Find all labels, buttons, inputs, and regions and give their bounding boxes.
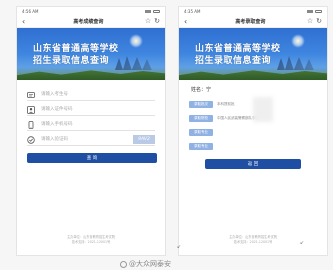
result-row-label: 录取专业 — [189, 142, 213, 150]
phone-screen-result: 4:35 AM ‹ 高考录取查询 ☆ ↻ 山东省普通高等学校 招生录取信息查询 … — [178, 6, 328, 256]
title-actions: ☆ ↻ — [307, 18, 322, 25]
signal-icon — [145, 10, 151, 13]
page-title: 高考成绩查询 — [73, 19, 104, 25]
status-icons — [307, 10, 322, 13]
footer-line2: 技术支持：2021-12001号 — [233, 240, 273, 244]
footer-line2: 技术支持：2021-12001号 — [71, 240, 111, 244]
query-form: 9AV2 查 询 — [17, 80, 165, 163]
result-row-label: 录取专业 — [189, 128, 213, 136]
battery-icon — [315, 10, 322, 13]
refresh-icon[interactable]: ↻ — [316, 18, 322, 25]
cursor-mark: ↙ — [177, 244, 182, 250]
phone-screen-query-form: 4:56 AM ‹ 高考成绩查询 ☆ ↻ 山东省普通高等学校 招生录取信息查询 — [16, 6, 166, 256]
status-time: 4:56 AM — [22, 9, 39, 14]
captcha-input[interactable] — [41, 134, 133, 145]
id-number-field — [27, 104, 155, 116]
header-banner: 山东省普通高等学校 招生录取信息查询 — [179, 28, 327, 80]
status-bar: 4:56 AM — [17, 7, 165, 16]
back-arrow-icon[interactable]: ‹ — [22, 17, 32, 26]
id-number-input[interactable] — [41, 104, 155, 115]
phone-number-input[interactable] — [41, 119, 155, 130]
status-icons — [145, 10, 160, 13]
title-actions: ☆ ↻ — [145, 18, 160, 25]
sun-glow — [291, 34, 305, 48]
graduates-silhouette — [115, 56, 152, 70]
shield-check-icon — [27, 135, 35, 144]
candidate-name: 姓名：宁 — [191, 87, 212, 93]
phone-number-field — [27, 119, 155, 131]
status-time: 4:35 AM — [184, 9, 201, 14]
exam-number-input[interactable] — [41, 89, 155, 100]
graduates-silhouette — [277, 56, 314, 70]
person-icon — [27, 105, 35, 114]
captcha-field: 9AV2 — [27, 134, 155, 146]
refresh-icon[interactable]: ↻ — [154, 18, 160, 25]
star-icon[interactable]: ☆ — [307, 18, 313, 25]
result-row: 录取专业 — [189, 141, 317, 151]
result-row-label: 录取院校 — [189, 114, 213, 122]
return-button[interactable]: 返 回 — [205, 159, 301, 169]
result-row-label: 录取批次 — [189, 100, 213, 108]
sun-glow — [129, 34, 143, 48]
watermark: @大众网泰安 — [120, 259, 171, 269]
watermark-text: @大众网泰安 — [129, 260, 171, 268]
title-bar: ‹ 高考成绩查询 ☆ ↻ — [17, 16, 165, 28]
title-bar: ‹ 高考录取查询 ☆ ↻ — [179, 16, 327, 28]
signal-icon — [307, 10, 313, 13]
captcha-image[interactable]: 9AV2 — [133, 135, 155, 144]
weibo-logo-icon — [120, 260, 127, 268]
page-title: 高考录取查询 — [235, 19, 266, 25]
cursor-mark: ↙ — [300, 240, 305, 246]
footer: 主办单位：山东省教育招生考试院 技术支持：2021-12001号 — [17, 235, 165, 245]
result-panel: 姓名：宁 录取批次 本科提前批 录取院校 中国人民武装警察部队学院 录取专业 录… — [179, 80, 327, 169]
back-arrow-icon[interactable]: ‹ — [184, 17, 194, 26]
status-bar: 4:35 AM — [179, 7, 327, 16]
header-banner: 山东省普通高等学校 招生录取信息查询 — [17, 28, 165, 80]
banner-title-line2: 招生录取信息查询 — [195, 56, 272, 66]
banner-title-line2: 招生录取信息查询 — [33, 56, 110, 66]
result-row: 录取专业 — [189, 127, 317, 137]
star-icon[interactable]: ☆ — [145, 18, 151, 25]
id-card-icon — [27, 91, 35, 99]
phone-icon — [27, 120, 35, 129]
query-button[interactable]: 查 询 — [27, 153, 157, 163]
battery-icon — [153, 10, 160, 13]
exam-number-field — [27, 89, 155, 101]
redacted-blur — [253, 97, 273, 122]
result-row-value: 本科提前批 — [217, 101, 235, 106]
footer: 主办单位：山东省教育招生考试院 技术支持：2021-12001号 — [179, 235, 327, 245]
